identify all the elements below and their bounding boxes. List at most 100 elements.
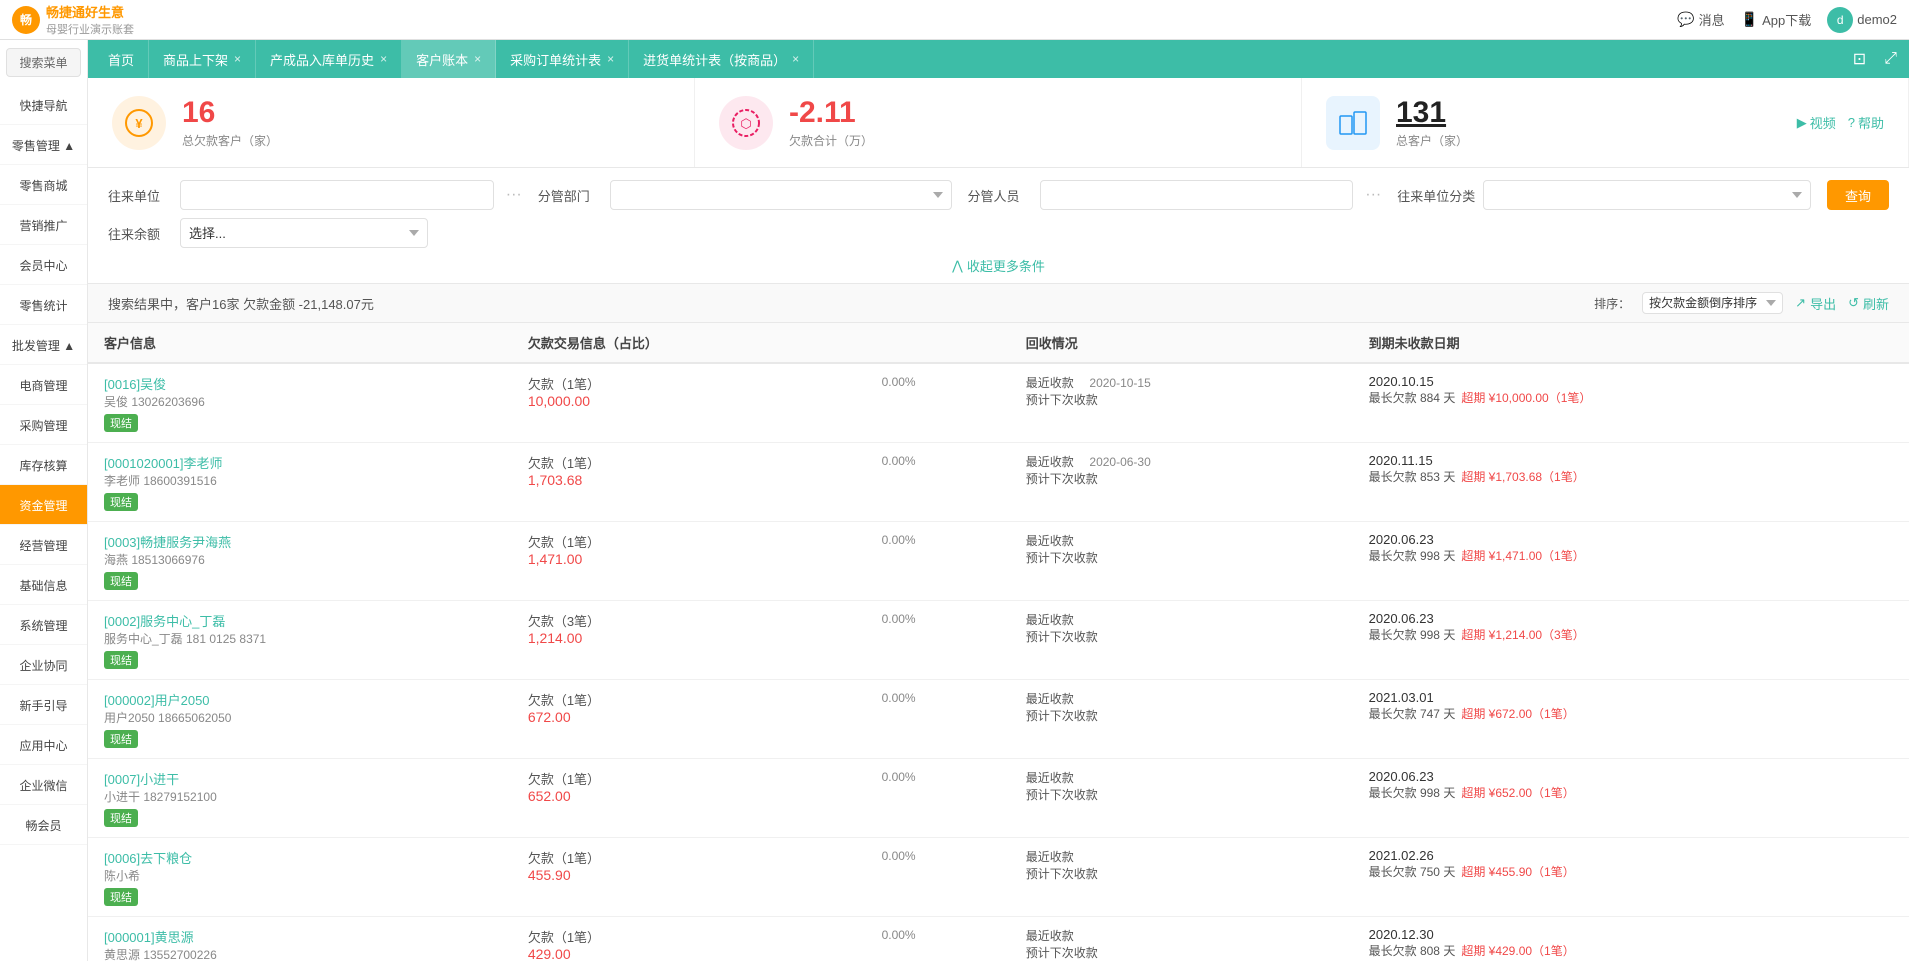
logo-name: 畅捷通好生意 [46, 2, 134, 21]
filter-select-category[interactable] [1483, 180, 1811, 210]
sort-select[interactable]: 按欠款金额倒序排序 [1642, 292, 1783, 314]
sidebar-item-qiyeweixin[interactable]: 企业微信 [0, 765, 87, 805]
filter-select-balance[interactable]: 选择... [180, 218, 428, 248]
debt-amount-7[interactable]: 429.00 [528, 946, 850, 961]
refresh-btn[interactable]: ↺ 刷新 [1848, 294, 1889, 313]
export-label: 导出 [1810, 294, 1836, 313]
filter-select-dept[interactable] [610, 180, 952, 210]
filter-dots-unit[interactable]: ··· [506, 186, 522, 204]
debt-amount-4[interactable]: 672.00 [528, 709, 850, 725]
svg-text:¥: ¥ [135, 116, 143, 131]
tab-kehu[interactable]: 客户账本 × [402, 40, 496, 78]
tab-jinhuo[interactable]: 进货单统计表（按商品） × [629, 40, 814, 78]
customer-tag-4: 现结 [104, 730, 138, 748]
debt-amount-3[interactable]: 1,214.00 [528, 630, 850, 646]
app-download-btn[interactable]: 📱 App下载 [1741, 10, 1812, 29]
overdue-link-3[interactable]: 超期 ¥1,214.00（3笔） [1461, 626, 1584, 643]
due-date-7: 2020.12.30 [1369, 927, 1893, 942]
overdue-link-1[interactable]: 超期 ¥1,703.68（1笔） [1461, 468, 1584, 485]
collection-last-7: 最近收款 [1026, 927, 1337, 944]
debt-amount-1[interactable]: 1,703.68 [528, 472, 850, 488]
tab-shangpin-close[interactable]: × [234, 52, 241, 66]
overdue-link-0[interactable]: 超期 ¥10,000.00（1笔） [1461, 389, 1591, 406]
tab-restore-btn[interactable]: ⊡ [1847, 49, 1872, 69]
tab-chanpin-close[interactable]: × [380, 52, 387, 66]
cell-customer-3: [0002]服务中心_丁磊 服务中心_丁磊 181 0125 8371 现结 [88, 601, 512, 680]
customer-name-0[interactable]: [0016]吴俊 [104, 374, 496, 393]
sidebar-item-jingying[interactable]: 经营管理 [0, 525, 87, 565]
debt-amount-0[interactable]: 10,000.00 [528, 393, 850, 409]
collapse-btn[interactable]: ⋀ 收起更多条件 [108, 256, 1889, 275]
sidebar-item-kucun[interactable]: 库存核算 [0, 445, 87, 485]
cell-collection-4: 最近收款 预计下次收款 [1010, 680, 1353, 759]
sidebar-item-xitong[interactable]: 系统管理 [0, 605, 87, 645]
tab-home-label: 首页 [108, 50, 134, 69]
tab-kehu-close[interactable]: × [474, 52, 481, 66]
tab-chanpin[interactable]: 产成品入库单历史 × [256, 40, 402, 78]
customer-name-4[interactable]: [000002]用户2050 [104, 690, 496, 709]
overdue-link-2[interactable]: 超期 ¥1,471.00（1笔） [1461, 547, 1584, 564]
cell-debt-5: 欠款（1笔） 652.00 [512, 759, 866, 838]
overdue-link-5[interactable]: 超期 ¥652.00（1笔） [1461, 784, 1574, 801]
cell-collection-0: 最近收款 2020-10-15 预计下次收款 [1010, 363, 1353, 443]
overdue-link-4[interactable]: 超期 ¥672.00（1笔） [1461, 705, 1574, 722]
tab-maximize-btn[interactable]: ⤢ [1878, 50, 1903, 68]
cell-pct-5: 0.00% [866, 759, 1010, 838]
sidebar-item-yingyong[interactable]: 应用中心 [0, 725, 87, 765]
customer-name-3[interactable]: [0002]服务中心_丁磊 [104, 611, 496, 630]
tab-caigou-close[interactable]: × [607, 52, 614, 66]
debt-amount-6[interactable]: 455.90 [528, 867, 850, 883]
customer-name-6[interactable]: [0006]去下粮仓 [104, 848, 496, 867]
col-header-debt: 欠款交易信息（占比） [512, 323, 866, 363]
sidebar-item-changhyuan[interactable]: 畅会员 [0, 805, 87, 845]
message-btn[interactable]: 💬 消息 [1677, 10, 1724, 29]
customer-phone-3: 服务中心_丁磊 181 0125 8371 [104, 630, 496, 647]
overdue-link-6[interactable]: 超期 ¥455.90（1笔） [1461, 863, 1574, 880]
filter-input-person[interactable] [1040, 180, 1354, 210]
tab-bar-actions: ⊡ ⤢ [1847, 49, 1903, 69]
sidebar-item-zijin[interactable]: 资金管理 [0, 485, 87, 525]
tab-jinhuo-close[interactable]: × [792, 52, 799, 66]
tab-bar: 首页 商品上下架 × 产成品入库单历史 × 客户账本 × 采购订单统计表 × 进… [88, 40, 1909, 78]
tab-shangpin[interactable]: 商品上下架 × [149, 40, 256, 78]
sidebar-item-caigou[interactable]: 采购管理 [0, 405, 87, 445]
cell-debt-0: 欠款（1笔） 10,000.00 [512, 363, 866, 443]
customer-name-2[interactable]: [0003]畅捷服务尹海燕 [104, 532, 496, 551]
results-bar: 搜索结果中，客户16家 欠款金额 -21,148.07元 排序： 按欠款金额倒序… [88, 284, 1909, 323]
tab-caigou[interactable]: 采购订单统计表 × [496, 40, 629, 78]
sidebar-item-xinshou[interactable]: 新手引导 [0, 685, 87, 725]
sidebar-item-pifa[interactable]: 批发管理 ▲ [0, 325, 87, 365]
cell-customer-0: [0016]吴俊 吴俊 13026203696 现结 [88, 363, 512, 443]
video-btn[interactable]: ▶ 视频 [1797, 113, 1836, 132]
stat-card-debt-total: ⬡ -2.11 欠款合计（万） [695, 78, 1302, 167]
search-menu-btn[interactable]: 搜索菜单 [6, 48, 81, 77]
cell-pct-1: 0.00% [866, 443, 1010, 522]
sidebar-item-yingxiao[interactable]: 营销推广 [0, 205, 87, 245]
sidebar-item-lingshouji[interactable]: 零售统计 [0, 285, 87, 325]
sidebar-item-huiyuan[interactable]: 会员中心 [0, 245, 87, 285]
export-btn[interactable]: ↗ 导出 [1795, 294, 1836, 313]
search-button[interactable]: 查询 [1827, 180, 1889, 210]
customer-name-1[interactable]: [0001020001]李老师 [104, 453, 496, 472]
collection-last-4: 最近收款 [1026, 690, 1337, 707]
user-avatar-btn[interactable]: d demo2 [1827, 7, 1897, 33]
filter-dots-person[interactable]: ··· [1365, 186, 1381, 204]
sidebar-item-lingshoushangcheng[interactable]: 零售商城 [0, 165, 87, 205]
customer-name-5[interactable]: [0007]小进干 [104, 769, 496, 788]
customer-name-7[interactable]: [000001]黄思源 [104, 927, 496, 946]
sidebar-item-kuaijie[interactable]: 快捷导航 [0, 85, 87, 125]
logo-text: 畅捷通好生意 母婴行业演示账套 [46, 2, 134, 37]
debt-amount-5[interactable]: 652.00 [528, 788, 850, 804]
sidebar-search[interactable]: 搜索菜单 [0, 40, 87, 85]
main-layout: 搜索菜单 快捷导航 零售管理 ▲ 零售商城 营销推广 会员中心 零售统计 批发管… [0, 40, 1909, 961]
sidebar-item-dianshang[interactable]: 电商管理 [0, 365, 87, 405]
col-header-collection: 回收情况 [1010, 323, 1353, 363]
sidebar-item-lingshou[interactable]: 零售管理 ▲ [0, 125, 87, 165]
sidebar-item-qiyexietong[interactable]: 企业协同 [0, 645, 87, 685]
sidebar-item-jichu[interactable]: 基础信息 [0, 565, 87, 605]
overdue-link-7[interactable]: 超期 ¥429.00（1笔） [1461, 942, 1574, 959]
debt-amount-2[interactable]: 1,471.00 [528, 551, 850, 567]
filter-input-unit[interactable] [180, 180, 494, 210]
help-btn[interactable]: ? 帮助 [1848, 113, 1884, 132]
tab-home[interactable]: 首页 [94, 40, 149, 78]
